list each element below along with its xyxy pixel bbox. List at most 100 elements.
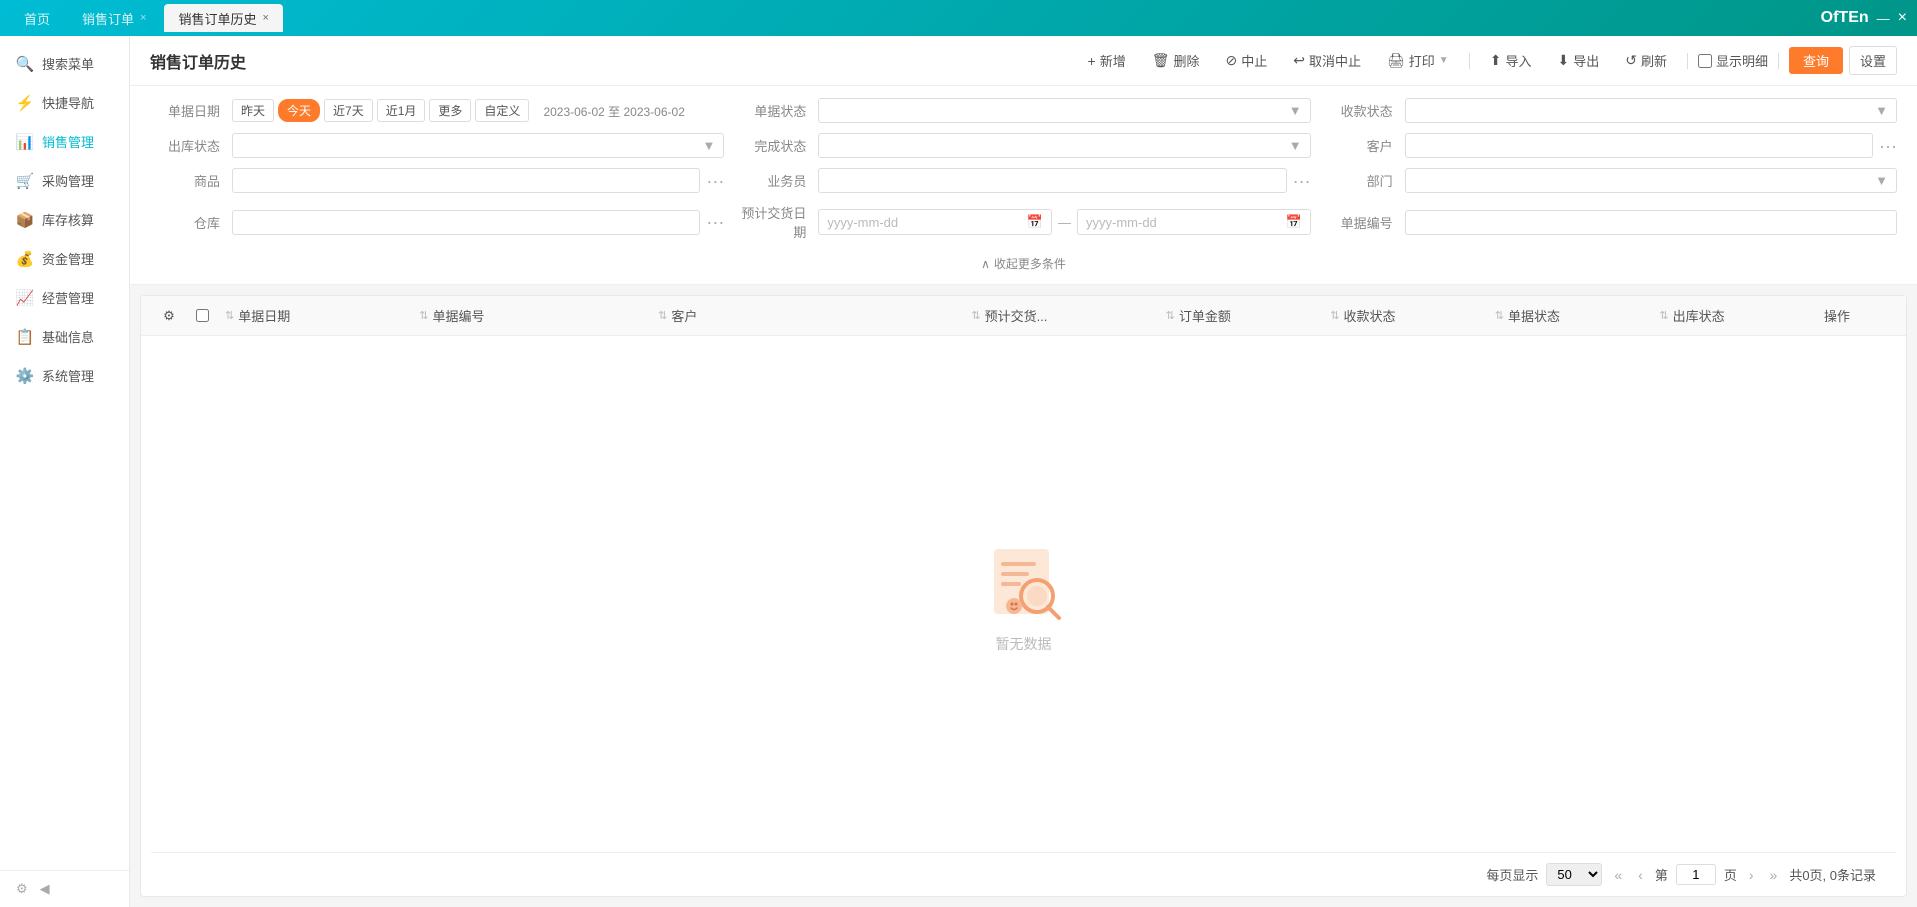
page-unit: 页 [1724,865,1737,884]
dept-select[interactable]: ▼ [1405,168,1897,193]
window-minimize[interactable]: — [1877,11,1890,26]
customer-control: ··· [1405,133,1897,158]
sidebar-item-search-menu[interactable]: 🔍 搜索菜单 [0,44,129,83]
window-close[interactable]: × [1898,9,1907,27]
customer-more-btn[interactable]: ··· [1879,137,1897,155]
sidebar-item-inventory[interactable]: 📦 库存核算 [0,200,129,239]
last-page-button[interactable]: » [1766,865,1782,885]
query-button[interactable]: 查询 [1789,47,1843,74]
separator3 [1778,53,1779,69]
date-btn-today[interactable]: 今天 [278,99,320,122]
sort-icon-delivery: ⇅ [971,309,980,322]
first-page-button[interactable]: « [1610,865,1626,885]
salesperson-input[interactable] [818,168,1286,193]
sidebar-item-label: 基础信息 [42,327,94,346]
delete-button[interactable]: 🗑 删除 [1142,47,1210,74]
col-settings[interactable]: ⚙ [151,308,187,324]
refresh-button[interactable]: ↺ 刷新 [1615,47,1677,74]
sidebar-item-base-info[interactable]: 📋 基础信息 [0,317,129,356]
filter-row-2: 出库状态 ▼ 完成状态 ▼ 客户 ··· [150,133,1897,158]
complete-status-select[interactable]: ▼ [818,133,1310,158]
collapse-button[interactable]: ∧ 收起更多条件 [981,255,1066,272]
col-doc-num[interactable]: ⇅ 单据编号 [411,306,650,325]
col-check[interactable] [187,309,217,322]
tab-history-close[interactable]: × [262,12,268,24]
outbound-status-select[interactable]: ▼ [232,133,724,158]
col-receipt-status[interactable]: ⇅ 收款状态 [1322,306,1487,325]
doc-number-input[interactable] [1405,210,1897,235]
col-doc-status[interactable]: ⇅ 单据状态 [1487,306,1652,325]
product-more-btn[interactable]: ··· [706,172,724,190]
tab-sales-order-close[interactable]: × [140,12,146,24]
export-button[interactable]: ⬇ 导出 [1547,47,1609,74]
col-doc-date[interactable]: ⇅ 单据日期 [217,306,411,325]
sidebar-item-finance[interactable]: 💰 资金管理 [0,239,129,278]
col-amount[interactable]: ⇅ 订单金额 [1158,306,1323,325]
import-button[interactable]: ⬆ 导入 [1480,47,1542,74]
sidebar-item-sales-mgmt[interactable]: 📊 销售管理 [0,122,129,161]
tab-home[interactable]: 首页 [10,4,64,32]
tab-sales-order[interactable]: 销售订单 × [68,4,160,32]
date-to-input[interactable]: yyyy-mm-dd 📅 [1077,209,1311,235]
sidebar-item-sys-mgmt[interactable]: ⚙️ 系统管理 [0,356,129,395]
display-col-checkbox[interactable] [1698,54,1712,68]
settings-button[interactable]: 设置 [1849,46,1897,75]
calendar-to-icon[interactable]: 📅 [1285,214,1301,230]
customer-label: 客户 [1323,136,1393,155]
table-area: ⚙ ⇅ 单据日期 ⇅ 单据编号 ⇅ 客户 ⇅ [140,295,1907,897]
sidebar-item-label: 采购管理 [42,171,94,190]
page-number-input[interactable] [1676,864,1716,885]
display-col-area: 显示明细 [1698,51,1768,70]
warehouse-more-btn[interactable]: ··· [706,213,724,231]
sidebar-item-label: 库存核算 [42,210,94,229]
col-delivery[interactable]: ⇅ 预计交货... [963,306,1157,325]
date-btn-custom[interactable]: 自定义 [475,99,529,122]
date-from-input[interactable]: yyyy-mm-dd 📅 [818,209,1052,235]
doc-number-label: 单据编号 [1323,213,1393,232]
page-size-select[interactable]: 50 10 20 100 [1546,863,1602,886]
sidebar: 🔍 搜索菜单 ⚡ 快捷导航 📊 销售管理 🛒 采购管理 📦 库存核算 💰 资金管… [0,36,130,907]
salesperson-more-btn[interactable]: ··· [1293,172,1311,190]
table-header: ⚙ ⇅ 单据日期 ⇅ 单据编号 ⇅ 客户 ⇅ [141,296,1906,336]
stop-button[interactable]: ⊘ 中止 [1216,47,1278,74]
col-customer[interactable]: ⇅ 客户 [650,306,963,325]
sort-icon-outbound: ⇅ [1659,309,1668,322]
finance-icon: 💰 [16,250,34,268]
tab-sales-order-history[interactable]: 销售订单历史 × [164,4,282,32]
select-all-checkbox[interactable] [196,309,209,322]
receipt-status-control: ▼ [1405,98,1897,123]
cancel-stop-button[interactable]: ↩ 取消中止 [1283,47,1371,74]
inventory-icon: 📦 [16,211,34,229]
sidebar-item-operations[interactable]: 📈 经营管理 [0,278,129,317]
complete-status-label: 完成状态 [736,136,806,155]
sidebar-collapse-icon[interactable]: ◀ [40,881,50,897]
delete-icon: 🗑 [1152,52,1170,69]
customer-input[interactable] [1405,133,1873,158]
date-btn-1month[interactable]: 近1月 [377,99,426,122]
sidebar-item-label: 快捷导航 [42,93,94,112]
sidebar-item-label: 销售管理 [42,132,94,151]
sidebar-item-quick-nav[interactable]: ⚡ 快捷导航 [0,83,129,122]
warehouse-input[interactable] [232,210,700,235]
empty-illustration [969,534,1079,634]
total-text: 共0页, 0条记录 [1789,865,1876,884]
col-outbound-status[interactable]: ⇅ 出库状态 [1651,306,1816,325]
date-btn-more[interactable]: 更多 [429,99,471,122]
doc-status-label: 单据状态 [736,101,806,120]
print-button[interactable]: 🖨 打印 ▼ [1377,47,1459,74]
date-btn-7days[interactable]: 近7天 [324,99,373,122]
next-page-button[interactable]: › [1745,865,1758,885]
date-btn-yesterday[interactable]: 昨天 [232,99,274,122]
prev-page-button[interactable]: ‹ [1634,865,1647,885]
date-filter-control: 昨天 今天 近7天 近1月 更多 自定义 2023-06-02 至 2023-0… [232,99,724,122]
calendar-from-icon[interactable]: 📅 [1027,214,1043,230]
settings-gear-icon[interactable]: ⚙ [163,308,175,324]
add-button[interactable]: + 新增 [1078,47,1136,74]
product-label: 商品 [150,171,220,190]
product-input[interactable] [232,168,700,193]
doc-status-chevron: ▼ [1289,103,1302,118]
sidebar-item-purchase-mgmt[interactable]: 🛒 采购管理 [0,161,129,200]
doc-status-select[interactable]: ▼ [818,98,1310,123]
receipt-status-select[interactable]: ▼ [1405,98,1897,123]
sidebar-settings-icon[interactable]: ⚙ [16,881,28,897]
